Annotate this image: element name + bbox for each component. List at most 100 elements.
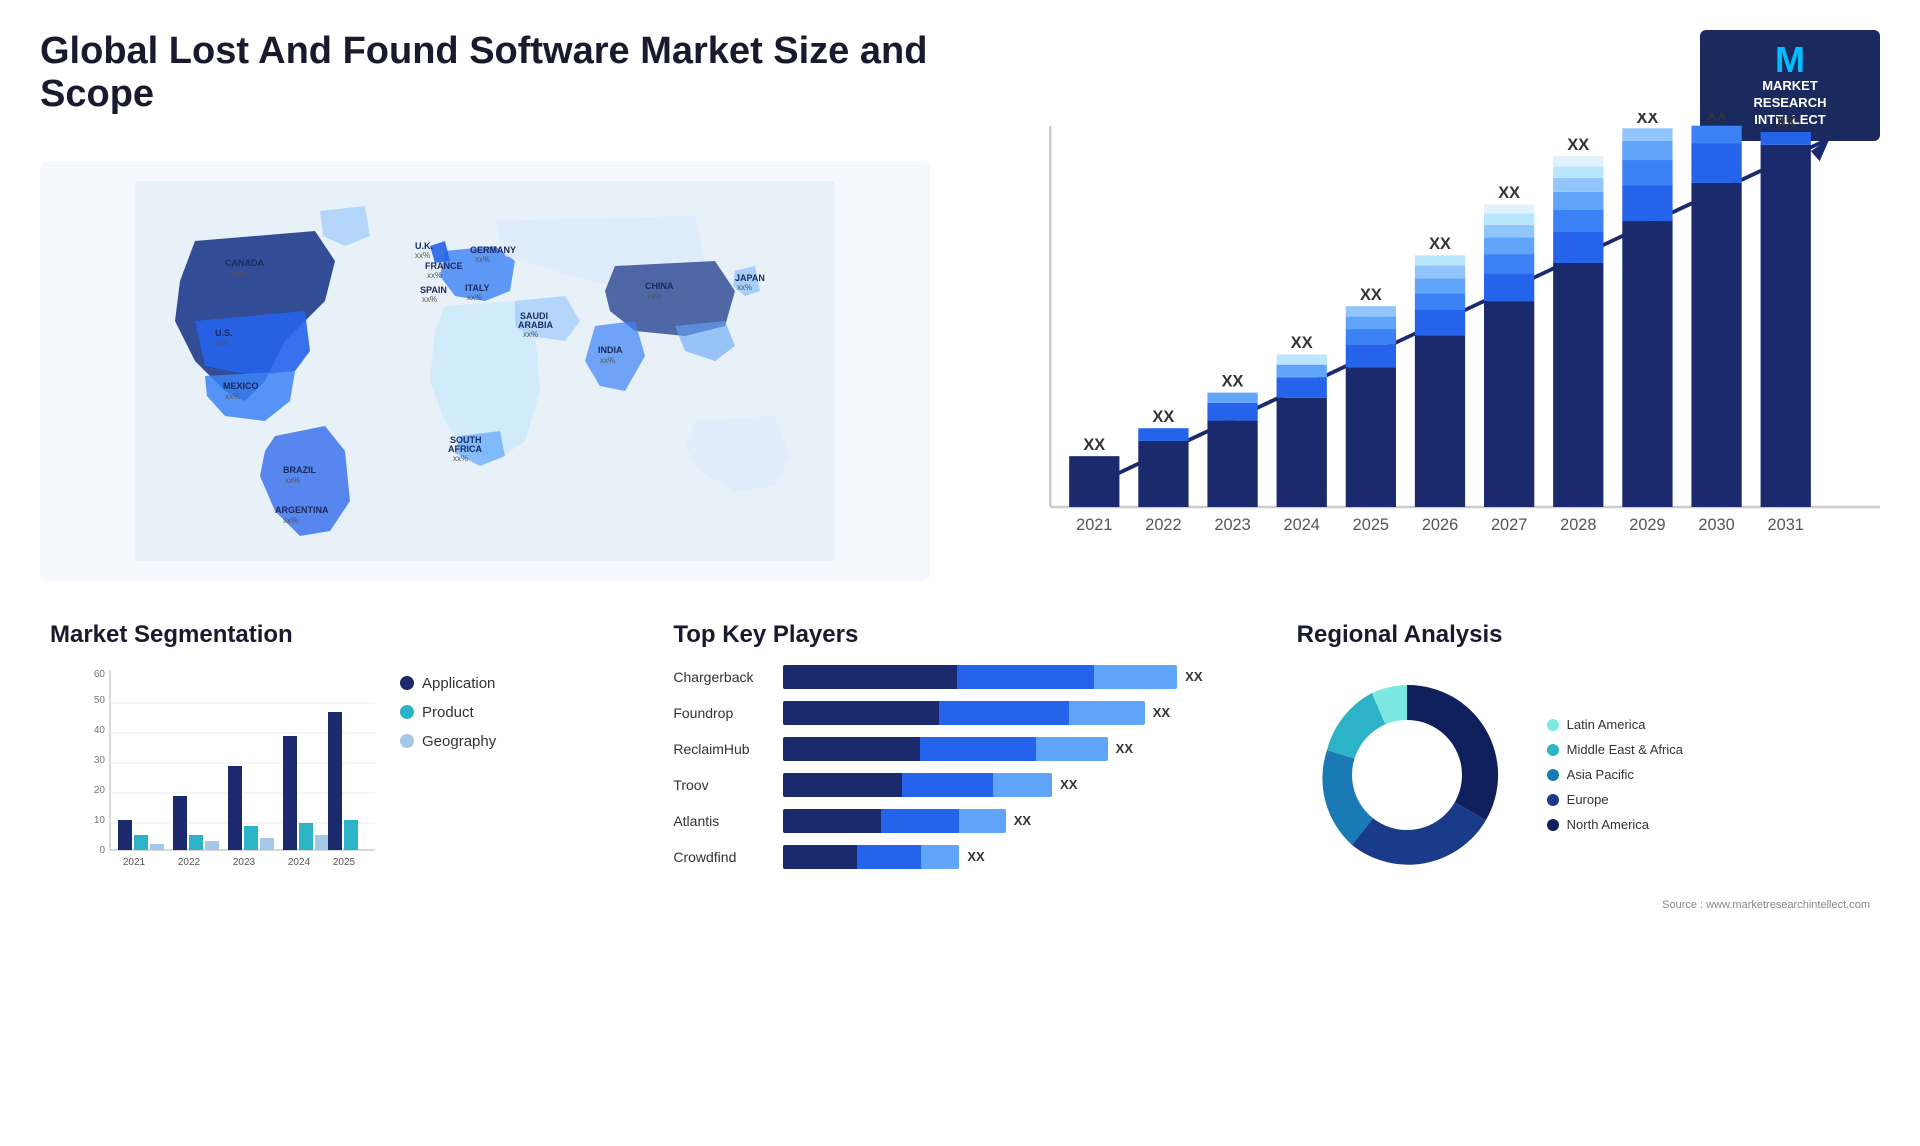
- legend-europe: Europe: [1547, 792, 1683, 807]
- legend-label-application: Application: [422, 675, 495, 692]
- legend-dot-product: [400, 705, 414, 719]
- player-row-atlantis: Atlantis XX: [673, 809, 1246, 833]
- svg-text:2022: 2022: [178, 857, 201, 868]
- world-map: CANADA xx% U.S. xx% MEXICO xx% BRAZIL xx…: [40, 161, 930, 581]
- segmentation-legend: Application Product Geography: [400, 665, 496, 750]
- svg-text:xx%: xx%: [523, 330, 538, 339]
- svg-text:2021: 2021: [1076, 516, 1112, 534]
- legend-north-america: North America: [1547, 817, 1683, 832]
- legend-label-middle-east: Middle East & Africa: [1567, 742, 1683, 757]
- logo-letter: M: [1775, 42, 1805, 78]
- player-bar: [783, 737, 1107, 761]
- legend-dot-geography: [400, 734, 414, 748]
- svg-text:xx%: xx%: [647, 292, 662, 301]
- svg-text:30: 30: [94, 755, 106, 766]
- player-row-reclaimhub: ReclaimHub XX: [673, 737, 1246, 761]
- svg-text:xx%: xx%: [422, 295, 437, 304]
- legend-geography: Geography: [400, 733, 496, 750]
- svg-text:XX: XX: [1637, 113, 1659, 127]
- svg-text:0: 0: [99, 845, 105, 856]
- player-bar-container: XX: [783, 737, 1246, 761]
- svg-text:xx%: xx%: [427, 271, 442, 280]
- player-value: XX: [1014, 813, 1031, 828]
- legend-dot-asia: [1547, 769, 1559, 781]
- legend-label-europe: Europe: [1567, 792, 1609, 807]
- legend-latin-america: Latin America: [1547, 717, 1683, 732]
- player-name: Foundrop: [673, 705, 773, 721]
- svg-text:XX: XX: [1776, 114, 1796, 131]
- legend-asia-pacific: Asia Pacific: [1547, 767, 1683, 782]
- svg-text:2024: 2024: [1284, 516, 1320, 534]
- legend-label-product: Product: [422, 704, 474, 721]
- legend-dot-application: [400, 676, 414, 690]
- player-bar-container: XX: [783, 665, 1246, 689]
- svg-text:2025: 2025: [333, 857, 356, 868]
- svg-text:XX: XX: [1498, 184, 1520, 202]
- player-bar: [783, 773, 1052, 797]
- legend-middle-east-africa: Middle East & Africa: [1547, 742, 1683, 757]
- svg-text:XX: XX: [1707, 113, 1727, 125]
- legend-label-north-america: North America: [1567, 817, 1649, 832]
- legend-dot-latin-america: [1547, 719, 1559, 731]
- regional-title: Regional Analysis: [1297, 621, 1870, 649]
- svg-text:xx%: xx%: [475, 255, 490, 264]
- player-row-chargerback: Chargerback XX: [673, 665, 1246, 689]
- svg-text:ARABIA: ARABIA: [518, 320, 553, 330]
- svg-text:2024: 2024: [288, 857, 311, 868]
- svg-text:10: 10: [94, 815, 106, 826]
- svg-text:XX: XX: [1222, 372, 1244, 390]
- svg-text:2023: 2023: [233, 857, 256, 868]
- legend-application: Application: [400, 675, 496, 692]
- player-name: ReclaimHub: [673, 741, 773, 757]
- logo-line1: MARKET: [1762, 78, 1818, 95]
- player-name: Atlantis: [673, 813, 773, 829]
- player-bar: [783, 701, 1144, 725]
- svg-text:XX: XX: [1083, 436, 1105, 454]
- svg-text:xx%: xx%: [467, 293, 482, 302]
- svg-text:20: 20: [94, 785, 106, 796]
- svg-text:INDIA: INDIA: [598, 345, 623, 355]
- donut-container: Latin America Middle East & Africa Asia …: [1297, 665, 1870, 885]
- svg-text:XX: XX: [1153, 408, 1175, 426]
- player-row-foundrop: Foundrop XX: [673, 701, 1246, 725]
- svg-text:BRAZIL: BRAZIL: [283, 465, 316, 475]
- donut-chart: [1297, 665, 1517, 885]
- svg-text:40: 40: [94, 725, 106, 736]
- svg-text:2022: 2022: [1145, 516, 1181, 534]
- player-bar: [783, 845, 959, 869]
- svg-text:2029: 2029: [1629, 516, 1665, 534]
- svg-text:50: 50: [94, 695, 106, 706]
- svg-text:AFRICA: AFRICA: [448, 444, 482, 454]
- svg-text:U.K.: U.K.: [415, 241, 433, 251]
- legend-label-asia: Asia Pacific: [1567, 767, 1634, 782]
- players-list: Chargerback XX Foundrop: [673, 665, 1246, 869]
- svg-text:2023: 2023: [1214, 516, 1250, 534]
- player-value: XX: [1060, 777, 1077, 792]
- svg-text:ARGENTINA: ARGENTINA: [275, 505, 329, 515]
- legend-dot-middle-east: [1547, 744, 1559, 756]
- svg-text:SPAIN: SPAIN: [420, 285, 447, 295]
- svg-text:xx%: xx%: [230, 269, 245, 278]
- svg-text:XX: XX: [1291, 334, 1313, 352]
- svg-text:2028: 2028: [1560, 516, 1596, 534]
- svg-text:xx%: xx%: [285, 476, 300, 485]
- legend-dot-europe: [1547, 794, 1559, 806]
- player-bar-container: XX: [783, 809, 1246, 833]
- player-row-crowdfind: Crowdfind XX: [673, 845, 1246, 869]
- svg-text:xx%: xx%: [215, 339, 230, 348]
- player-bar: [783, 809, 1005, 833]
- svg-text:2031: 2031: [1768, 516, 1804, 534]
- player-name: Crowdfind: [673, 849, 773, 865]
- segmentation-section: Market Segmentation 0 10 20 30 40 50 60: [40, 611, 633, 921]
- svg-text:CANADA: CANADA: [225, 258, 264, 268]
- svg-text:xx%: xx%: [283, 516, 298, 525]
- players-title: Top Key Players: [673, 621, 1246, 649]
- svg-text:2021: 2021: [123, 857, 146, 868]
- source-text: Source : www.marketresearchintellect.com: [1297, 899, 1870, 911]
- legend-label-geography: Geography: [422, 733, 496, 750]
- player-name: Chargerback: [673, 669, 773, 685]
- svg-text:2025: 2025: [1353, 516, 1389, 534]
- legend-label-latin-america: Latin America: [1567, 717, 1646, 732]
- player-bar: [783, 665, 1177, 689]
- svg-text:60: 60: [94, 669, 106, 680]
